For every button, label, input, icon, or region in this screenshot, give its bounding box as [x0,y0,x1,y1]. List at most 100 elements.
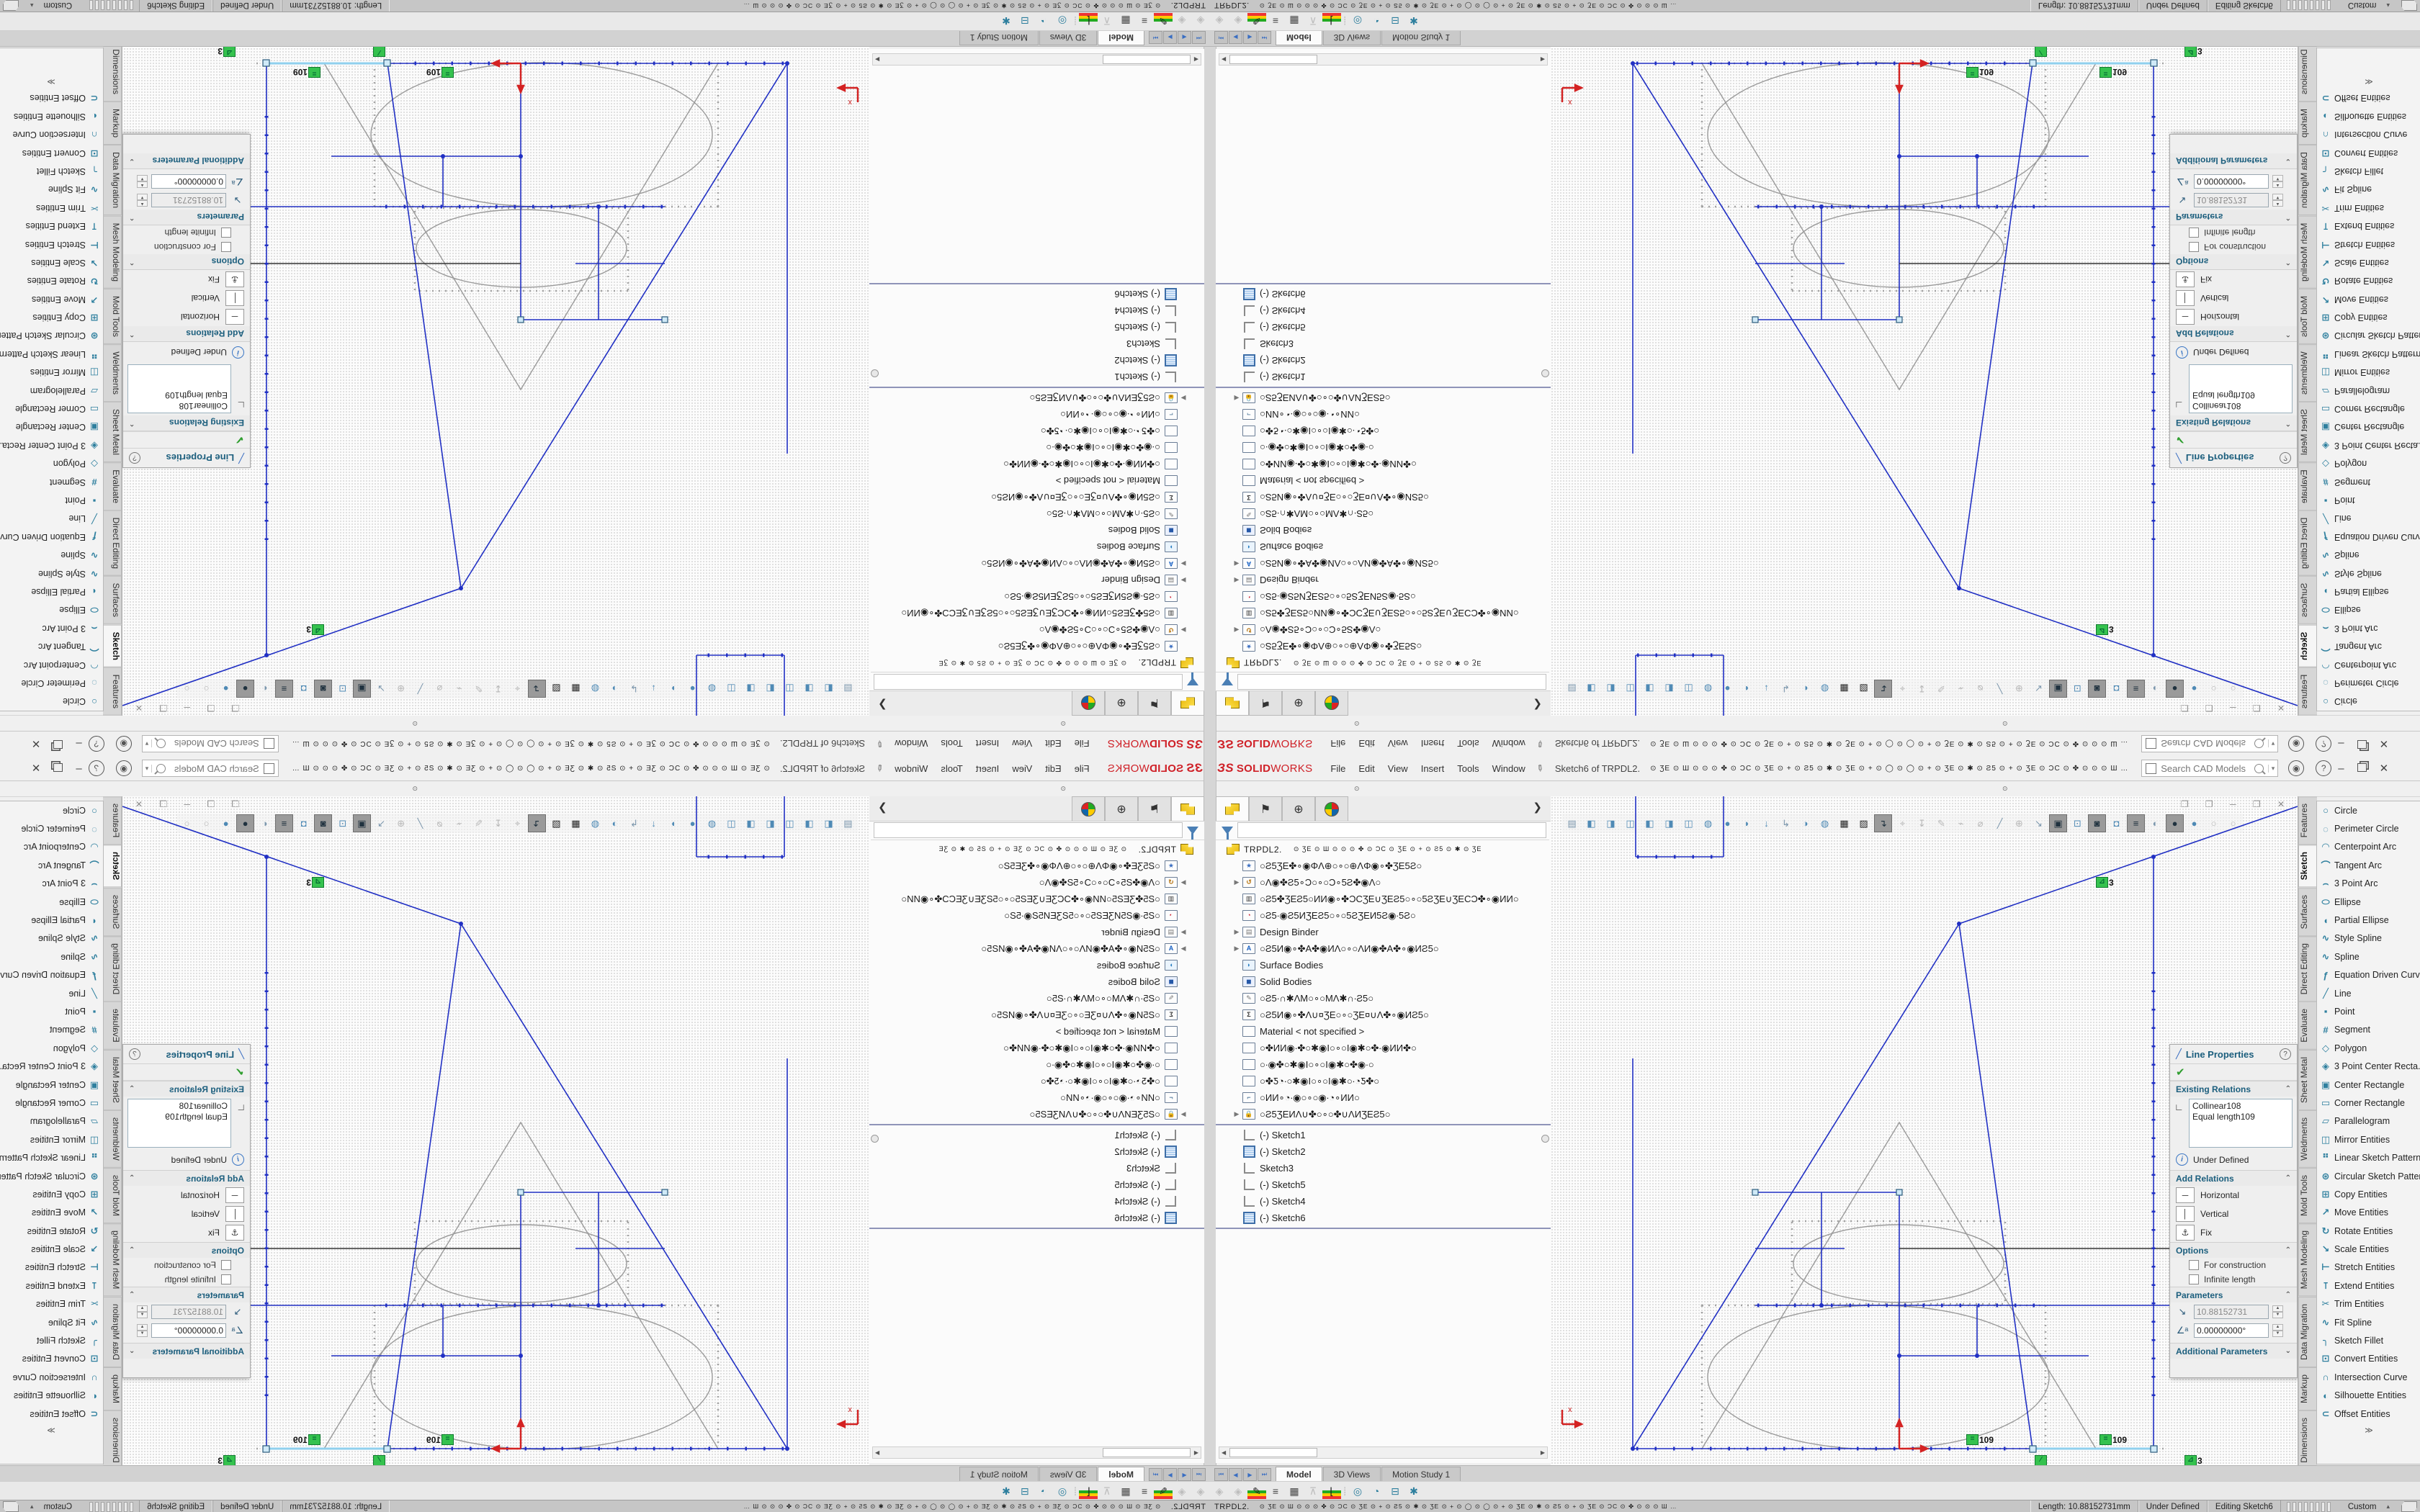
sketch-tool-item[interactable]: ∿ Style Spline [0,564,103,582]
option-row[interactable]: For construction [2170,1258,2297,1272]
tree-item[interactable]: ▶ ↺ ○Λ◉✤Ƨ5∘Ɔ○∘○Ɔ∘5Ƨ✤◉Λ○ [869,874,1204,891]
relation-button-icon[interactable]: │ [2176,290,2195,306]
tabs-expand-arrow[interactable]: ❯ [1533,796,1551,821]
tree-item[interactable]: ○✤Ƽ◔∙○✱◉Ι○∘○Ι◉✱○∙◔Ƽ✤○ [869,1073,1204,1089]
tab-nav-button[interactable]: ◀ [1178,31,1191,44]
chevron-down-icon[interactable]: ⌄ [2285,1347,2291,1355]
tree-item[interactable]: ▥ ○Ƨ5✤ƷΕƧ5○ИИ◉∘✤ƆϹƷΕ∪ƷΕƧ5○∘○5ƧƷΕ∪ƷΕϹƆ✤∘◉… [869,891,1204,907]
status-custom-dropdown[interactable]: Custom▴ [2336,1,2401,10]
relation-button-icon[interactable]: │ [225,290,244,306]
tree-item[interactable]: Σ ○Ƨ5И◉∘✤Λ∪¤ƷΕ○∘○ƷΕ¤∪Λ✤∘◉ИƧ5○ [869,1007,1204,1023]
sketch-tool-item[interactable]: ▭ Corner Rectangle [0,400,103,418]
commandmanager-tab[interactable]: Evaluate [2298,1002,2317,1050]
tab-nav-button[interactable]: ⏭ [1149,1468,1162,1481]
parameter-input[interactable]: 0.00000000° [2194,174,2269,189]
sketch-tool-item[interactable]: ↘ Scale Entities [2317,1240,2420,1258]
tree-item[interactable]: Σ ○Ƨ5И◉∘✤Λ∪¤ƷΕ○∘○ƷΕ¤∪Λ✤∘◉ИƧ5○ [869,489,1204,505]
sketch-tool-item[interactable]: ⊢ Stretch Entities [0,235,103,253]
commandmanager-tab[interactable]: Markup [2298,102,2317,145]
scroll-left-icon[interactable]: ◀ [1219,56,1228,63]
sketch-tool-item[interactable]: ◖ Partial Ellipse [0,582,103,600]
sketch-tool-item[interactable]: ↻ Rotate Entities [0,1222,103,1240]
tree-horizontal-scrollbar[interactable]: ◀ ▶ [872,1446,1201,1459]
add-relation-row[interactable]: ⚓ Fix [2170,1223,2297,1242]
bottom-toolbar-icon[interactable]: ⌊ [1322,13,1341,29]
tree-item-sketch[interactable]: (-) Sketch4 [1216,302,1551,319]
tab-propertymanager[interactable]: ⚑ [1138,691,1171,716]
bottom-toolbar-icon[interactable]: ⌊ [1079,1483,1098,1499]
sketch-tool-item[interactable]: ◖ Partial Ellipse [2317,911,2420,929]
minimize-button[interactable]: – [2338,762,2344,775]
tree-horizontal-scrollbar[interactable]: ◀ ▶ [1219,1446,1548,1459]
close-button[interactable]: ✕ [2380,737,2389,750]
tree-item[interactable]: ★ ○Ƨ5ƷΕ✤∘◉ΦΛ⊕○∘○⊕ΛΦ◉∘✤ƷΕ5Ƨ○ [869,638,1204,654]
commandmanager-tab[interactable]: Sketch [103,845,122,887]
sketch-tool-item[interactable]: ƒ Equation Driven Curve [0,528,103,546]
sketch-tool-item[interactable]: # Segment [0,473,103,491]
tree-item-sketch[interactable]: (-) Sketch4 [1216,1193,1551,1210]
expander-icon[interactable]: ▶ [1232,945,1242,953]
tree-item-sketch[interactable]: (-) Sketch6 [1216,1210,1551,1226]
sketch-tool-item[interactable]: ⌢ 3 Point Arc [2317,875,2420,893]
restore-button[interactable] [2357,738,2367,750]
tree-splitter[interactable] [869,283,1204,284]
ok-checkmark[interactable]: ✔ [2170,1064,2297,1081]
tree-item[interactable]: ◼ Solid Bodies [869,522,1204,539]
tree-item-sketch[interactable]: (-) Sketch5 [869,319,1204,336]
sketch-tool-item[interactable]: ⊺ Extend Entities [0,1277,103,1295]
tree-splitter[interactable] [1216,1228,1551,1229]
add-relation-row[interactable]: │ Vertical [2170,289,2297,307]
sketch-tool-item[interactable]: ▪ Point [2317,1002,2420,1020]
option-row[interactable]: For construction [2170,240,2297,254]
tree-item[interactable]: ◔ ○Ƨ5∙◉Ƨ5ИƷΕƧ5○∘○5ƧƷΕИ5Ƨ◉∙5Ƨ○ [869,588,1204,605]
commandmanager-tab[interactable]: Evaluate [2298,462,2317,510]
tab-configurationmanager[interactable]: ⊕ [1105,691,1138,716]
commandmanager-tab[interactable]: Direct Editing [2298,936,2317,1002]
menu-item[interactable]: Edit [1039,736,1067,752]
tree-item[interactable]: ▥ ○Ƨ5✤ƷΕƧ5○ИИ◉∘✤ƆϹƷΕ∪ƷΕƧ5○∘○5ƧƷΕ∪ƷΕϹƆ✤∘◉… [869,605,1204,621]
document-tab[interactable]: 3D Views [1039,30,1097,45]
sketch-tool-item[interactable]: # Segment [2317,473,2420,491]
bottom-toolbar-icon[interactable]: ⊟ [1386,13,1404,29]
bottom-toolbar-icon[interactable]: ◎ [1053,1483,1072,1499]
expander-icon[interactable]: ▶ [1178,394,1188,402]
tree-item-sketch[interactable]: (-) Sketch6 [869,1210,1204,1226]
add-relation-row[interactable]: ⚓ Fix [123,270,250,289]
tree-item[interactable]: ▶ ↺ ○Λ◉✤Ƨ5∘Ɔ○∘○Ɔ∘5Ƨ✤◉Λ○ [1216,621,1551,638]
tree-filter-input[interactable] [874,822,1183,838]
sketch-tool-item[interactable]: # Segment [2317,1021,2420,1039]
help-icon[interactable]: ? [89,760,104,776]
sketch-tool-item[interactable]: ⊞ Copy Entities [2317,1185,2420,1203]
relation-badge[interactable]: ⊿3 [218,47,236,57]
sketch-tool-item[interactable]: ○ Circle [2317,693,2420,711]
commandmanager-tab[interactable]: Data Migration [103,1297,122,1367]
sketch-tool-item[interactable]: ◈ 3 Point Center Recta... [0,1057,103,1075]
splitter-handle[interactable] [1541,1135,1549,1143]
relation-item[interactable]: Collinear108 [2192,400,2289,411]
relation-badge[interactable]: ∕ [372,1455,385,1465]
bottom-toolbar-icon[interactable]: ⊼ [1098,13,1116,29]
search-icon[interactable] [156,764,166,773]
sketch-tool-item[interactable]: ◐ Silhouette Entities [2317,1387,2420,1405]
sketch-tool-item[interactable]: ◖ Partial Ellipse [2317,582,2420,600]
document-tab[interactable]: 3D Views [1323,1467,1381,1482]
sketch-tool-item[interactable]: ⌢ 3 Point Arc [0,875,103,893]
sketch-tool-item[interactable]: ◠ Centerpoint Arc [0,838,103,856]
tree-item[interactable]: ○✤Ƽ◔∙○✱◉Ι○∘○Ι◉✱○∙◔Ƽ✤○ [1216,1073,1551,1089]
expander-icon[interactable]: ▶ [1178,928,1188,936]
relation-item[interactable]: Collinear108 [131,1101,228,1112]
sketch-tool-item[interactable]: ◈ 3 Point Center Recta... [2317,436,2420,454]
tree-item-sketch[interactable]: Sketch3 [1216,1160,1551,1176]
checkbox[interactable] [2189,1260,2199,1270]
sketch-tool-item[interactable]: ◐ Silhouette Entities [2317,107,2420,125]
sketch-tool-item[interactable]: ◌ Perimeter Circle [2317,819,2420,837]
tree-filter-input[interactable] [1237,674,1546,690]
sketch-tool-item[interactable]: ╮ Sketch Fillet [2317,162,2420,180]
parameter-input[interactable]: 0.00000000° [2194,1323,2269,1338]
sketch-tool-item[interactable]: ▱ Parallelogram [2317,1112,2420,1130]
tree-item[interactable]: ★ ○Ƨ5ƷΕ✤∘◉ΦΛ⊕○∘○⊕ΛΦ◉∘✤ƷΕ5Ƨ○ [869,858,1204,874]
sketch-tool-item[interactable]: ○ Circle [0,693,103,711]
relation-badge[interactable]: ∕ [2035,47,2048,57]
bottom-toolbar-icon[interactable]: ✱ [997,13,1016,29]
sketch-tool-item[interactable]: ╮ Sketch Fillet [0,162,103,180]
